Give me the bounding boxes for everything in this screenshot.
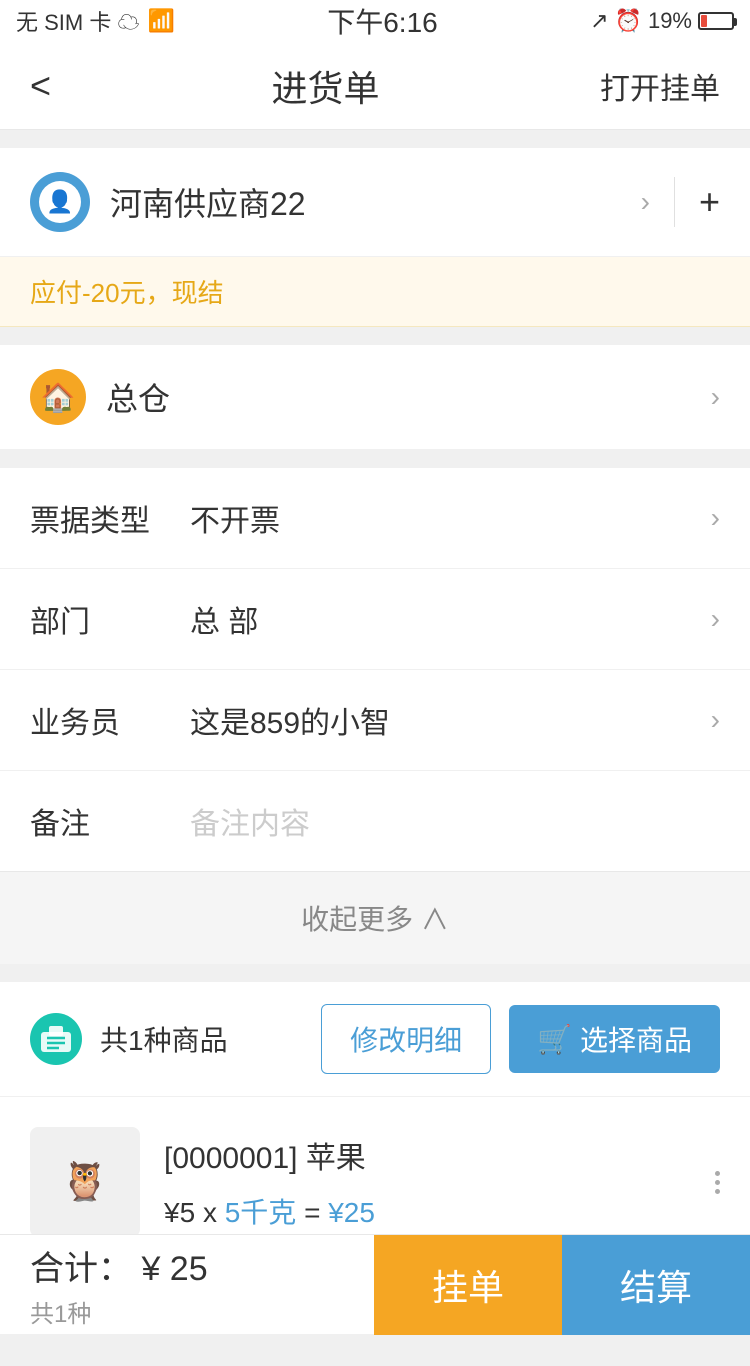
remark-row[interactable]: 备注 备注内容 — [0, 770, 750, 871]
status-left: 无 SIM 卡 ☁ 📶 — [16, 5, 175, 37]
dot-1 — [715, 1171, 720, 1176]
total-amount: 合计： ¥ 25 — [30, 1241, 344, 1290]
quantity-value: 5千克 — [225, 1197, 297, 1228]
location-icon: ↗ — [590, 8, 608, 34]
staff-arrow-icon: › — [711, 704, 720, 736]
back-button[interactable]: < — [30, 65, 51, 107]
product-count: 共1种商品 — [100, 1019, 321, 1059]
product-price: ¥5 x 5千克 = ¥25 — [164, 1191, 715, 1231]
invoice-value: 不开票 — [190, 496, 711, 540]
open-pending-button[interactable]: 打开挂单 — [600, 64, 720, 108]
payment-notice: 应付-20元，现结 — [0, 257, 750, 327]
product-thumbnail: 🦉 — [30, 1127, 140, 1237]
status-time: 下午6:16 — [327, 1, 438, 41]
person-icon: 👤 — [46, 189, 73, 215]
warehouse-arrow-icon: › — [711, 381, 720, 413]
alarm-icon: ⏰ — [615, 8, 642, 34]
price-separator: x — [203, 1197, 225, 1228]
bottom-total: 合计： ¥ 25 共1种 — [0, 1241, 374, 1329]
wifi-icon: 📶 — [147, 8, 174, 34]
total-label: 合计： — [30, 1250, 132, 1288]
section-gap-3 — [0, 449, 750, 467]
collapse-button[interactable]: 收起更多 ∧ — [0, 871, 750, 964]
add-supplier-button[interactable]: + — [699, 181, 720, 223]
supplier-section: 👤 河南供应商22 › + 应付-20元，现结 — [0, 148, 750, 327]
page-title: 进货单 — [272, 60, 380, 112]
product-name: [0000001] 苹果 — [164, 1133, 715, 1177]
product-section: 共1种商品 修改明细 🛒 选择商品 🦉 [0000001] 苹果 ¥5 x 5千… — [0, 982, 750, 1266]
status-bar: 无 SIM 卡 ☁ 📶 下午6:16 ↗ ⏰ 19% — [0, 0, 750, 42]
dept-label: 部门 — [30, 597, 190, 641]
dot-2 — [715, 1180, 720, 1185]
product-title: 苹果 — [306, 1142, 366, 1175]
modify-detail-button[interactable]: 修改明细 — [321, 1004, 491, 1074]
owl-icon: 🦉 — [61, 1160, 108, 1204]
warehouse-name: 总仓 — [106, 374, 711, 420]
supplier-name: 河南供应商22 — [110, 179, 641, 225]
vertical-divider — [674, 177, 675, 227]
select-product-label: 选择商品 — [580, 1019, 692, 1059]
staff-row[interactable]: 业务员 这是859的小智 › — [0, 669, 750, 770]
price-value: ¥5 — [164, 1197, 195, 1228]
product-header: 共1种商品 修改明细 🛒 选择商品 — [0, 982, 750, 1097]
warehouse-row[interactable]: 🏠 总仓 › — [0, 345, 750, 449]
form-section: 票据类型 不开票 › 部门 总 部 › 业务员 这是859的小智 › 备注 备注… — [0, 467, 750, 964]
section-gap-1 — [0, 130, 750, 148]
total-count: 共1种 — [30, 1294, 344, 1329]
supplier-avatar: 👤 — [30, 172, 90, 232]
remark-label: 备注 — [30, 799, 190, 843]
product-more-button[interactable] — [715, 1171, 720, 1194]
warehouse-icon: 🏠 — [30, 369, 86, 425]
section-gap-4 — [0, 964, 750, 982]
dept-value: 总 部 — [190, 597, 711, 641]
invoice-arrow-icon: › — [711, 502, 720, 534]
cart-icon: 🛒 — [537, 1023, 572, 1056]
section-gap-2 — [0, 327, 750, 345]
product-count-icon — [30, 1013, 82, 1065]
warehouse-section: 🏠 总仓 › — [0, 345, 750, 449]
staff-value: 这是859的小智 — [190, 698, 711, 742]
equals-sign: = — [304, 1197, 328, 1228]
staff-label: 业务员 — [30, 698, 190, 742]
product-info: [0000001] 苹果 ¥5 x 5千克 = ¥25 — [164, 1133, 715, 1231]
dept-arrow-icon: › — [711, 603, 720, 635]
select-product-button[interactable]: 🛒 选择商品 — [509, 1005, 720, 1073]
invoice-row[interactable]: 票据类型 不开票 › — [0, 467, 750, 568]
total-value: ¥25 — [328, 1197, 375, 1228]
remark-input[interactable]: 备注内容 — [190, 799, 720, 843]
total-value: ¥ 25 — [141, 1250, 207, 1288]
checkout-button[interactable]: 结算 — [562, 1235, 750, 1335]
nav-bar: < 进货单 打开挂单 — [0, 42, 750, 130]
dept-row[interactable]: 部门 总 部 › — [0, 568, 750, 669]
battery-percent: 19% — [648, 8, 692, 34]
supplier-arrow-icon: › — [641, 186, 650, 218]
supplier-avatar-inner: 👤 — [39, 181, 81, 223]
invoice-label: 票据类型 — [30, 496, 190, 540]
battery-icon — [698, 12, 734, 30]
pending-button[interactable]: 挂单 — [374, 1235, 562, 1335]
dot-3 — [715, 1189, 720, 1194]
sim-status: 无 SIM 卡 ☁ — [16, 5, 139, 37]
supplier-row[interactable]: 👤 河南供应商22 › + — [0, 148, 750, 257]
status-right: ↗ ⏰ 19% — [590, 8, 734, 34]
product-code: [0000001] — [164, 1142, 297, 1175]
bottom-bar: 合计： ¥ 25 共1种 挂单 结算 — [0, 1234, 750, 1334]
